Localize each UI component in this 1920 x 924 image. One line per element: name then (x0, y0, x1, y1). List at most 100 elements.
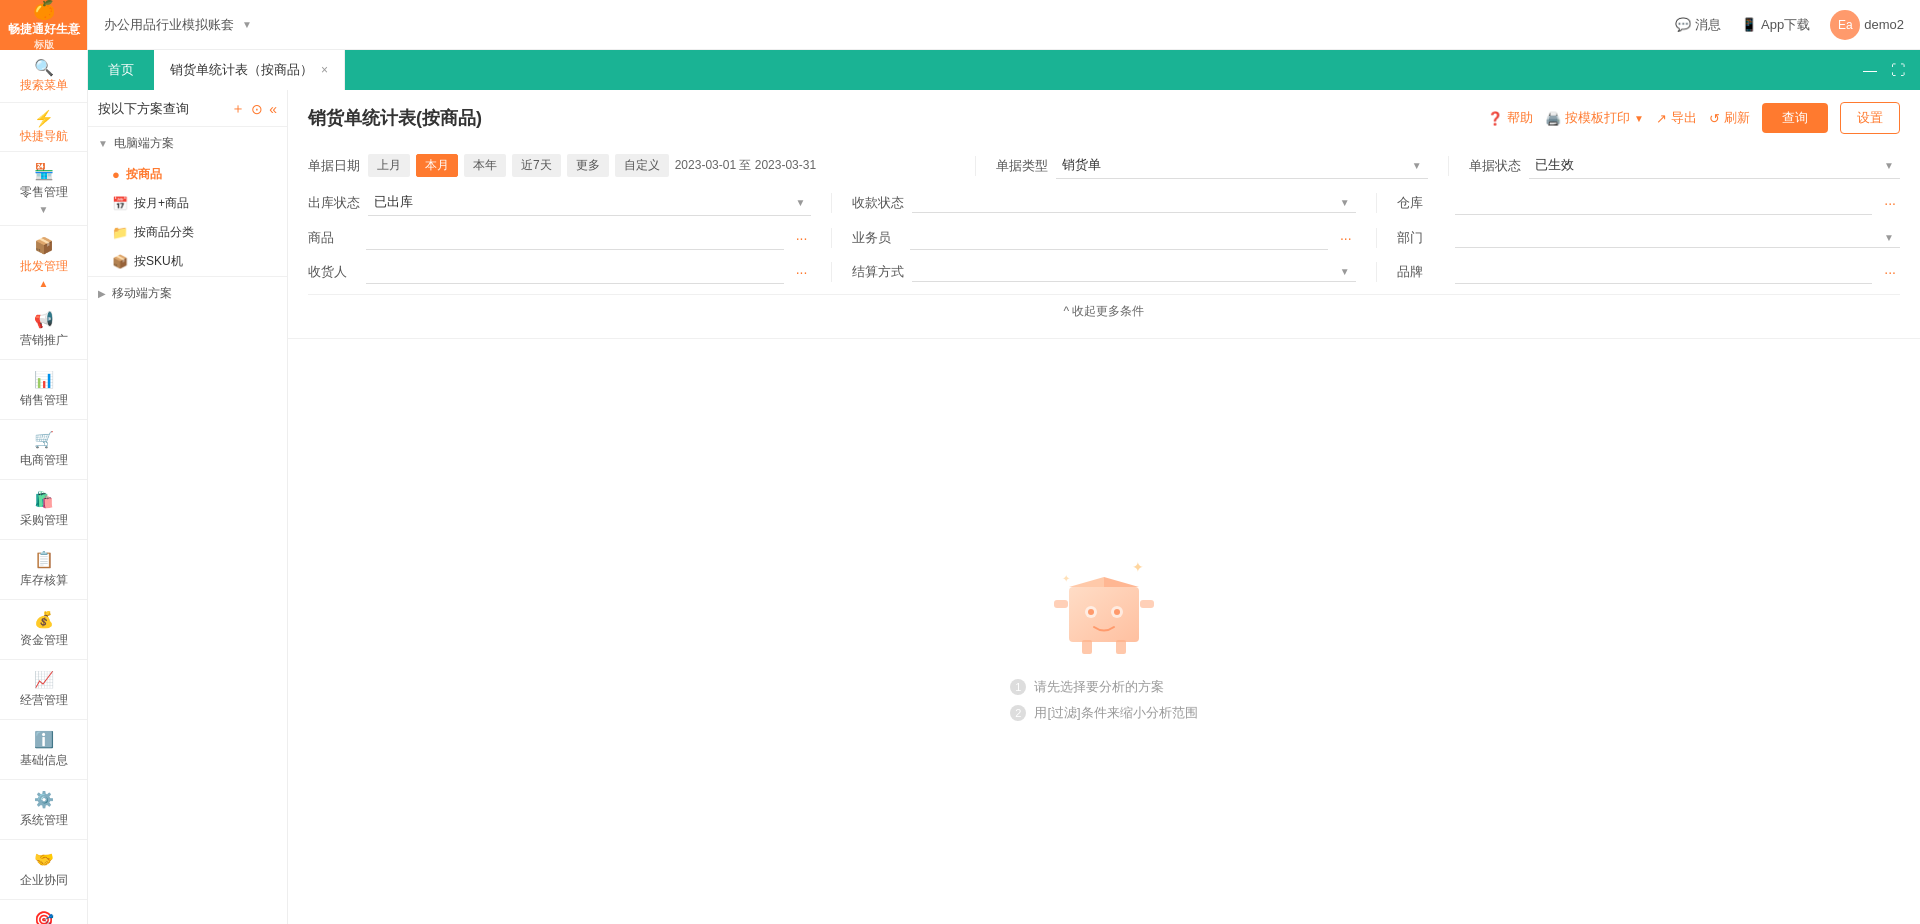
date-btn-last-month[interactable]: 上月 (368, 154, 410, 177)
date-btn-7days[interactable]: 近7天 (512, 154, 561, 177)
doc-type-value: 销货单 (1062, 156, 1101, 174)
product-input[interactable] (366, 226, 784, 250)
tab-close-btn[interactable]: × (321, 63, 328, 77)
sidebar-item-inventory[interactable]: 📋 库存核算 (0, 540, 87, 600)
settlement-label: 结算方式 (852, 263, 904, 281)
wholesale-icon: 📦 (34, 236, 54, 255)
doc-status-arrow-icon: ▼ (1884, 160, 1894, 171)
sidebar-item-system[interactable]: ⚙️ 系统管理 (0, 780, 87, 840)
print-btn[interactable]: 🖨️ 按模板打印 ▼ (1545, 109, 1644, 127)
sidebar-item-enterprise[interactable]: 🤝 企业协同 (0, 840, 87, 900)
help-btn[interactable]: ❓ 帮助 (1487, 109, 1533, 127)
purchase-icon: 🛍️ (34, 490, 54, 509)
date-btn-current-year[interactable]: 本年 (464, 154, 506, 177)
filter-settings-icon[interactable]: ⊙ (251, 101, 263, 117)
sidebar-item-label: 销售管理 (20, 392, 68, 409)
basic-icon: ℹ️ (34, 730, 54, 749)
date-btn-current-month[interactable]: 本月 (416, 154, 458, 177)
receiver-input[interactable] (366, 260, 784, 284)
brand-more-btn[interactable]: ··· (1880, 264, 1900, 280)
tab-maximize-btn[interactable]: ⛶ (1886, 58, 1910, 82)
out-status-select[interactable]: 已出库 ▼ (368, 189, 811, 216)
filter-panel-header: 按以下方案查询 ＋ ⊙ « (88, 100, 287, 126)
sidebar-quicknav[interactable]: ⚡ 快捷导航 (0, 103, 87, 152)
industry-dropdown-icon[interactable]: ▼ (242, 19, 252, 30)
filter-section-desktop-header[interactable]: ▼ 电脑端方案 (88, 127, 287, 160)
app-download-btn[interactable]: 📱 App下载 (1741, 16, 1810, 34)
user-name: demo2 (1864, 17, 1904, 32)
filter-collapse-icon[interactable]: « (269, 101, 277, 117)
collapse-more-conditions-btn[interactable]: ^ 收起更多条件 (308, 294, 1900, 328)
filter-item-by-product[interactable]: ● 按商品 (88, 160, 287, 189)
refresh-icon: ↺ (1709, 111, 1720, 126)
filter-row-2: 出库状态 已出库 ▼ 收款状态 ▼ (308, 189, 1900, 216)
sidebar-item-operations[interactable]: 📈 经营管理 (0, 660, 87, 720)
query-btn[interactable]: 查询 (1762, 103, 1828, 133)
salesperson-input[interactable] (910, 226, 1328, 250)
filter-row-3: 商品 ··· 业务员 ··· 部门 (308, 226, 1900, 250)
filter-item-by-month-product[interactable]: 📅 按月+商品 (88, 189, 287, 218)
page-actions: ❓ 帮助 🖨️ 按模板打印 ▼ ↗ 导出 ↺ 刷新 (1487, 102, 1900, 134)
sidebar-item-label: 企业协同 (20, 872, 68, 889)
sidebar-item-purchase[interactable]: 🛍️ 采购管理 (0, 480, 87, 540)
message-btn[interactable]: 💬 消息 (1675, 16, 1721, 34)
export-btn[interactable]: ↗ 导出 (1656, 109, 1697, 127)
svg-rect-0 (1069, 587, 1139, 642)
tab-home[interactable]: 首页 (88, 50, 154, 90)
sidebar-item-wholesale[interactable]: 📦 批发管理 ▲ (0, 226, 87, 300)
empty-tip-1: 1 请先选择要分析的方案 (1010, 678, 1197, 696)
warehouse-label: 仓库 (1397, 194, 1447, 212)
divider (1376, 262, 1377, 282)
divider (1448, 156, 1449, 176)
sidebar-item-guide[interactable]: 🎯 新手引导 (0, 900, 87, 924)
sidebar-item-retail[interactable]: 🏪 零售管理 ▼ (0, 152, 87, 226)
salesperson-more-btn[interactable]: ··· (1336, 230, 1356, 246)
sidebar-item-ecommerce[interactable]: 🛒 电商管理 (0, 420, 87, 480)
message-icon: 💬 (1675, 17, 1691, 32)
filter-add-icon[interactable]: ＋ (231, 100, 245, 118)
section-arrow-icon: ▼ (98, 138, 108, 149)
filter-item-by-sku[interactable]: 📦 按SKU机 (88, 247, 287, 276)
inventory-icon: 📋 (34, 550, 54, 569)
brand-input[interactable] (1455, 260, 1873, 284)
warehouse-more-btn[interactable]: ··· (1880, 195, 1900, 211)
doc-type-select[interactable]: 销货单 ▼ (1056, 152, 1427, 179)
refresh-btn[interactable]: ↺ 刷新 (1709, 109, 1750, 127)
filter-panel-title: 按以下方案查询 (98, 100, 225, 118)
industry-label: 办公用品行业模拟账套 (104, 16, 234, 34)
user-profile-btn[interactable]: Ea demo2 (1830, 10, 1904, 40)
empty-illustration: ✦ ✦ (1044, 542, 1164, 662)
sidebar-item-label: 库存核算 (20, 572, 68, 589)
avatar-initials: Ea (1838, 18, 1853, 32)
sidebar-item-label: 营销推广 (20, 332, 68, 349)
sidebar-item-label: 零售管理 (20, 184, 68, 201)
date-btn-more[interactable]: 更多 (567, 154, 609, 177)
department-select[interactable]: ▼ (1455, 228, 1900, 248)
receiver-more-btn[interactable]: ··· (792, 264, 812, 280)
ecommerce-icon: 🛒 (34, 430, 54, 449)
divider (975, 156, 976, 176)
tab-minimize-btn[interactable]: — (1858, 58, 1882, 82)
warehouse-input[interactable] (1455, 191, 1873, 215)
sidebar-item-label: 系统管理 (20, 812, 68, 829)
receiver-label: 收货人 (308, 263, 358, 281)
brand-label: 品牌 (1397, 263, 1447, 281)
doc-status-select[interactable]: 已生效 ▼ (1529, 152, 1900, 179)
filter-item-label: 按月+商品 (134, 195, 189, 212)
tab-active[interactable]: 销货单统计表（按商品） × (154, 50, 345, 90)
date-btn-custom[interactable]: 自定义 (615, 154, 669, 177)
settlement-select[interactable]: ▼ (912, 262, 1355, 282)
sidebar-item-finance[interactable]: 💰 资金管理 (0, 600, 87, 660)
filter-item-by-category[interactable]: 📁 按商品分类 (88, 218, 287, 247)
sidebar-search[interactable]: 🔍 搜索菜单 (0, 50, 87, 103)
sidebar-item-basic[interactable]: ℹ️ 基础信息 (0, 720, 87, 780)
filter-section-mobile-header[interactable]: ▶ 移动端方案 (88, 277, 287, 310)
sidebar-item-sales[interactable]: 📊 销售管理 (0, 360, 87, 420)
filter-row-4: 收货人 ··· 结算方式 ▼ 品牌 (308, 260, 1900, 284)
sidebar-item-marketing[interactable]: 📢 营销推广 (0, 300, 87, 360)
settings-btn[interactable]: 设置 (1840, 102, 1900, 134)
product-more-btn[interactable]: ··· (792, 230, 812, 246)
collect-status-select[interactable]: ▼ (912, 193, 1355, 213)
svg-text:✦: ✦ (1062, 573, 1070, 584)
by-category-icon: 📁 (112, 225, 128, 240)
